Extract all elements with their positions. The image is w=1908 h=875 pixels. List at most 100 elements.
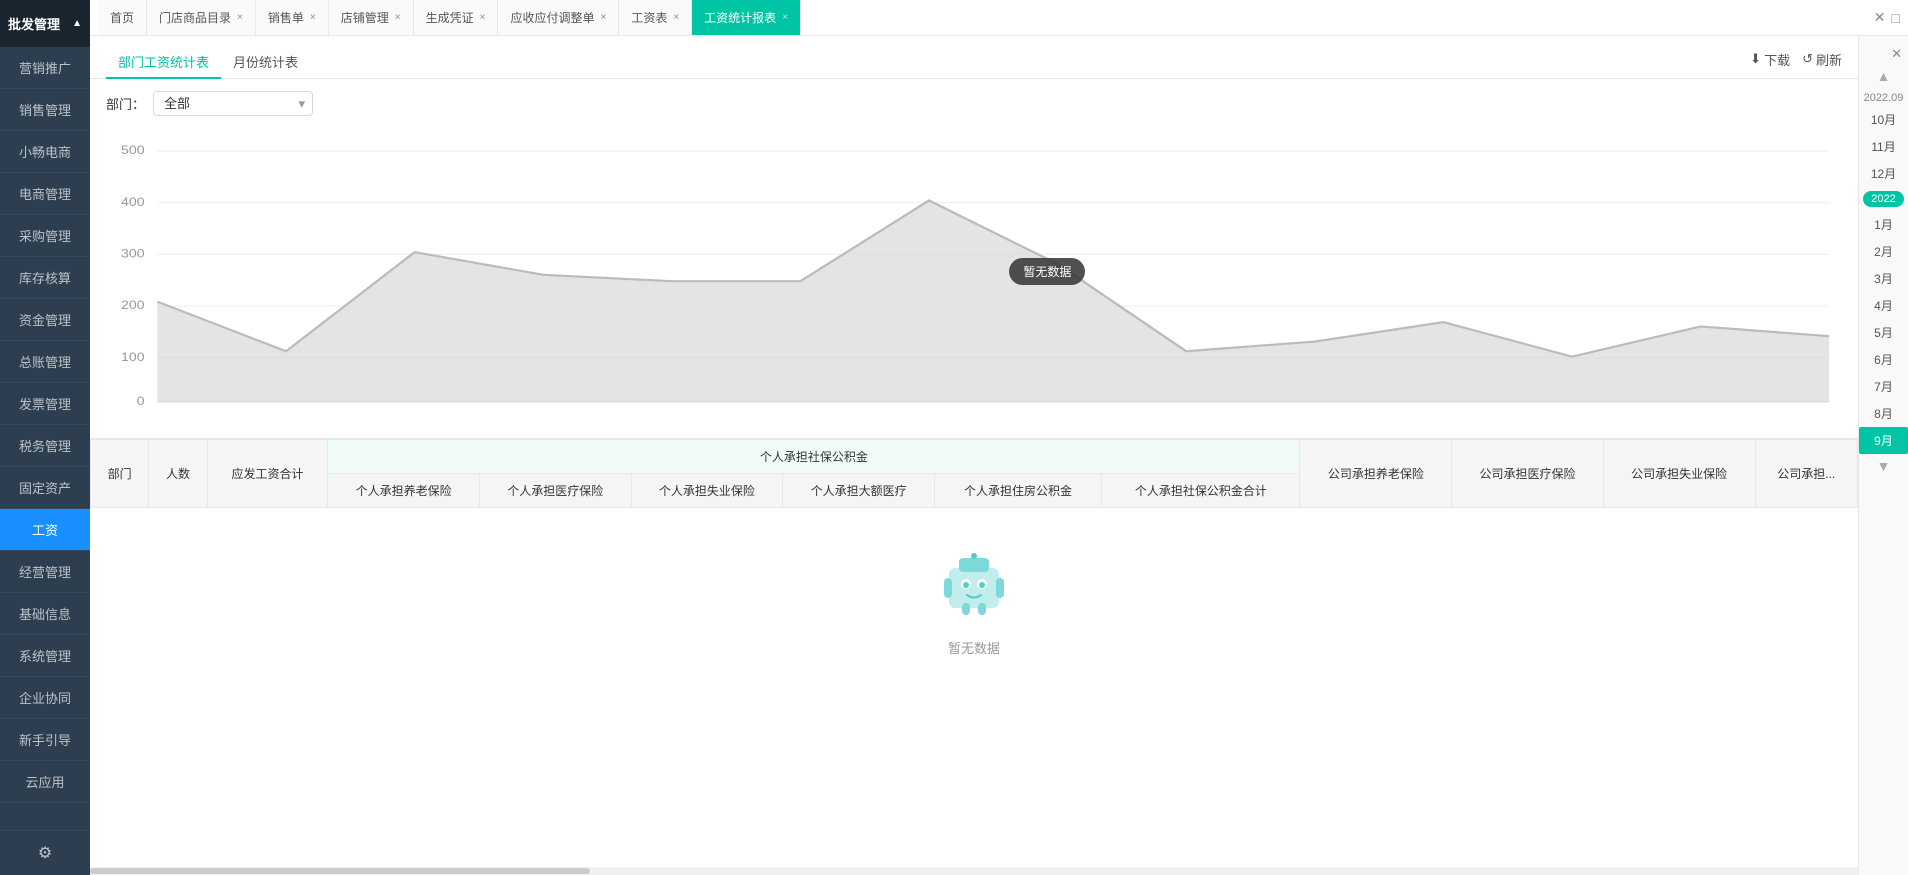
svg-text:200: 200	[121, 298, 145, 312]
month-7[interactable]: 7月	[1859, 373, 1908, 400]
svg-text:300: 300	[121, 247, 145, 261]
dept-filter-label: 部门：	[106, 94, 145, 113]
tab-bar: 首页门店商品目录×销售单×店铺管理×生成凭证×应收应付调整单×工资表×工资统计报…	[90, 0, 1908, 36]
tab-item-3[interactable]: 店铺管理×	[329, 0, 414, 36]
tab-close-7[interactable]: ×	[782, 12, 788, 23]
no-data-text: 暂无数据	[948, 638, 1000, 657]
h-scrollbar[interactable]	[90, 867, 1858, 875]
refresh-button[interactable]: ↺ 刷新	[1802, 50, 1842, 69]
col-dept: 部门	[91, 440, 149, 508]
area-chart: 500 400 300 200 100 0	[106, 138, 1842, 418]
settings-icon: ⚙	[38, 845, 52, 862]
h-scrollbar-thumb[interactable]	[90, 868, 590, 874]
tab-close-5[interactable]: ×	[600, 12, 606, 23]
tab-item-0[interactable]: 首页	[98, 0, 147, 36]
sidebar-item-总账管理[interactable]: 总账管理	[0, 341, 90, 383]
month-1[interactable]: 1月	[1859, 211, 1908, 238]
svg-text:400: 400	[121, 195, 145, 209]
right-panel-up[interactable]: ▲	[1873, 64, 1895, 88]
sidebar-item-发票管理[interactable]: 发票管理	[0, 383, 90, 425]
col-total-wage: 应发工资合计	[207, 440, 328, 508]
col-company-pension: 公司承担养老保险	[1300, 440, 1452, 508]
sidebar-item-基础信息[interactable]: 基础信息	[0, 593, 90, 635]
close-window-icon[interactable]: ✕	[1874, 9, 1886, 26]
year-2022-label: 2022.09	[1864, 92, 1904, 104]
sidebar-item-云应用[interactable]: 云应用	[0, 761, 90, 803]
refresh-label: 刷新	[1816, 50, 1842, 69]
dept-select[interactable]: 全部	[153, 91, 313, 116]
sidebar-item-企业协同[interactable]: 企业协同	[0, 677, 90, 719]
tab-close-3[interactable]: ×	[395, 12, 401, 23]
month-12[interactable]: 12月	[1859, 160, 1908, 187]
svg-text:0: 0	[137, 394, 145, 408]
tab-item-2[interactable]: 销售单×	[256, 0, 329, 36]
main-area: 首页门店商品目录×销售单×店铺管理×生成凭证×应收应付调整单×工资表×工资统计报…	[90, 0, 1908, 875]
tab-item-6[interactable]: 工资表×	[619, 0, 692, 36]
sidebar-item-工资[interactable]: 工资	[0, 509, 90, 551]
month-9[interactable]: 9月	[1859, 427, 1908, 454]
sidebar-item-经营管理[interactable]: 经营管理	[0, 551, 90, 593]
content-area: 部门工资统计表月份统计表 ⬇ 下载 ↺ 刷新 部门： 全	[90, 36, 1858, 875]
download-icon: ⬇	[1750, 51, 1761, 67]
sidebar-item-电商管理[interactable]: 电商管理	[0, 173, 90, 215]
restore-window-icon[interactable]: □	[1892, 10, 1900, 26]
month-2[interactable]: 2月	[1859, 238, 1908, 265]
no-data-icon	[934, 548, 1014, 628]
col-personal-large-medical: 个人承担大额医疗	[783, 474, 935, 508]
sidebar-item-采购管理[interactable]: 采购管理	[0, 215, 90, 257]
tab-close-6[interactable]: ×	[673, 12, 679, 23]
col-company-other: 公司承担...	[1755, 440, 1858, 508]
sub-tab-0[interactable]: 部门工资统计表	[106, 46, 221, 79]
sub-tab-1[interactable]: 月份统计表	[221, 46, 310, 79]
col-group-personal: 个人承担社保公积金	[328, 440, 1300, 474]
month-3[interactable]: 3月	[1859, 265, 1908, 292]
sidebar-header[interactable]: 批发管理 ▲	[0, 0, 90, 47]
tab-item-4[interactable]: 生成凭证×	[414, 0, 499, 36]
table-area[interactable]: 部门 人数 应发工资合计 个人承担社保公积金 公司承担养老保险 公司承担医疗保险…	[90, 438, 1858, 867]
tab-close-4[interactable]: ×	[480, 12, 486, 23]
chart-area-fill	[157, 200, 1829, 401]
month-4[interactable]: 4月	[1859, 292, 1908, 319]
sidebar-item-新手引导[interactable]: 新手引导	[0, 719, 90, 761]
tab-item-7[interactable]: 工资统计报表×	[692, 0, 801, 36]
sidebar-title: 批发管理	[8, 14, 60, 33]
month-11[interactable]: 11月	[1859, 133, 1908, 160]
month-6[interactable]: 6月	[1859, 346, 1908, 373]
sidebar-item-库存核算[interactable]: 库存核算	[0, 257, 90, 299]
col-count: 人数	[149, 440, 207, 508]
sub-tab-actions: ⬇ 下载 ↺ 刷新	[1750, 50, 1842, 75]
tab-close-2[interactable]: ×	[310, 12, 316, 23]
dept-select-wrapper: 全部	[153, 91, 313, 116]
no-data-state: 暂无数据	[90, 508, 1858, 697]
filter-row: 部门： 全部	[90, 79, 1858, 128]
sidebar-item-营销推广[interactable]: 营销推广	[0, 47, 90, 89]
sidebar-footer-settings[interactable]: ⚙	[0, 830, 90, 875]
sidebar-item-系统管理[interactable]: 系统管理	[0, 635, 90, 677]
tab-item-5[interactable]: 应收应付调整单×	[498, 0, 619, 36]
sub-tabs: 部门工资统计表月份统计表 ⬇ 下载 ↺ 刷新	[90, 36, 1858, 79]
sidebar-item-资金管理[interactable]: 资金管理	[0, 299, 90, 341]
col-personal-housing: 个人承担住房公积金	[934, 474, 1101, 508]
tab-item-1[interactable]: 门店商品目录×	[147, 0, 256, 36]
download-label: 下载	[1764, 50, 1790, 69]
col-personal-total: 个人承担社保公积金合计	[1102, 474, 1300, 508]
right-panel: ✕ ▲ 2022.09 10月 11月 12月 2022 1月 2月 3月 4月…	[1858, 36, 1908, 875]
col-personal-unemployment: 个人承担失业保险	[631, 474, 783, 508]
year-badge-2022[interactable]: 2022	[1863, 191, 1903, 207]
sidebar-item-税务管理[interactable]: 税务管理	[0, 425, 90, 467]
month-10[interactable]: 10月	[1859, 106, 1908, 133]
month-8[interactable]: 8月	[1859, 400, 1908, 427]
month-5[interactable]: 5月	[1859, 319, 1908, 346]
sidebar-item-销售管理[interactable]: 销售管理	[0, 89, 90, 131]
sidebar-item-小畅电商[interactable]: 小畅电商	[0, 131, 90, 173]
right-panel-close[interactable]: ✕	[1859, 44, 1908, 64]
sidebar-item-固定资产[interactable]: 固定资产	[0, 467, 90, 509]
sidebar-arrow-icon: ▲	[72, 18, 82, 29]
chart-area: 500 400 300 200 100 0	[90, 128, 1858, 438]
tab-close-1[interactable]: ×	[237, 12, 243, 23]
right-panel-down[interactable]: ▼	[1873, 454, 1895, 478]
download-button[interactable]: ⬇ 下载	[1750, 50, 1790, 69]
col-company-medical: 公司承担医疗保险	[1452, 440, 1604, 508]
tab-bar-actions: ✕ □	[1874, 9, 1900, 26]
col-company-unemployment: 公司承担失业保险	[1603, 440, 1755, 508]
